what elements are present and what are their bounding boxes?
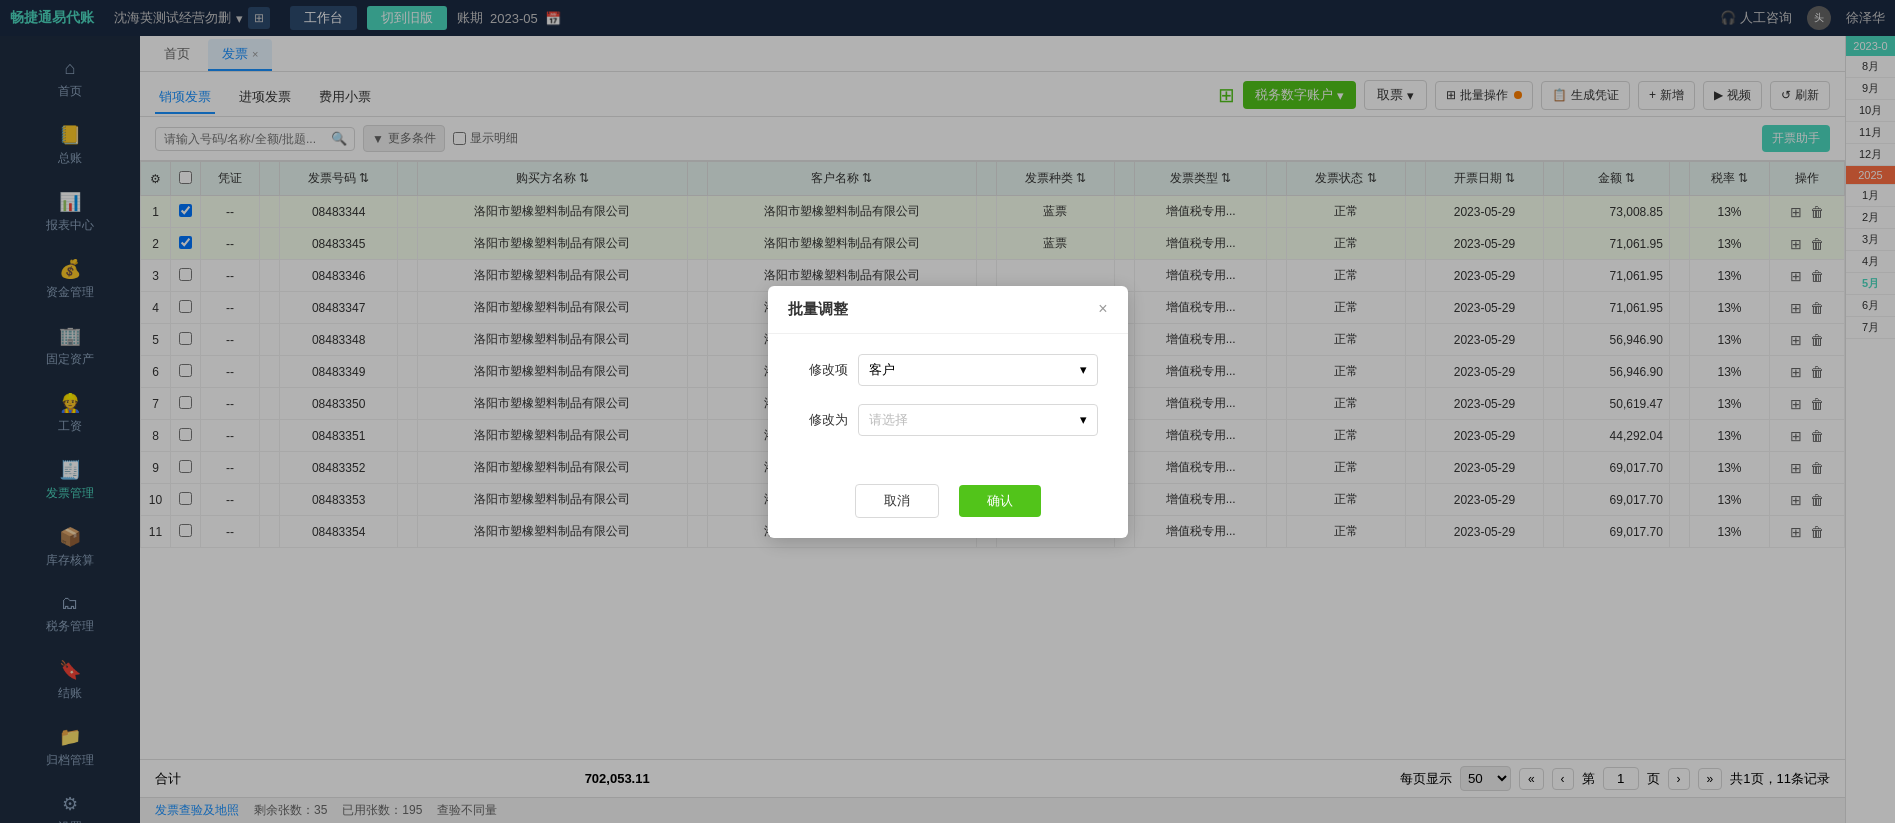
batch-adjust-modal: 批量调整 × 修改项 客户 ▾ 修改为 请选择 ▾ 取消 确认 (768, 286, 1128, 538)
modify-field-row: 修改项 客户 ▾ (798, 354, 1098, 386)
modal-body: 修改项 客户 ▾ 修改为 请选择 ▾ (768, 334, 1128, 474)
modal-footer: 取消 确认 (768, 474, 1128, 538)
modal-header: 批量调整 × (768, 286, 1128, 334)
modal-title: 批量调整 (788, 300, 848, 319)
modify-value-row: 修改为 请选择 ▾ (798, 404, 1098, 436)
modify-field-dropdown-icon: ▾ (1080, 362, 1087, 377)
modify-value-dropdown-icon: ▾ (1080, 412, 1087, 427)
modify-field-label: 修改项 (798, 361, 848, 379)
modal-close-btn[interactable]: × (1098, 300, 1107, 318)
modify-value-placeholder: 请选择 (869, 411, 908, 429)
modify-value-label: 修改为 (798, 411, 848, 429)
confirm-btn[interactable]: 确认 (959, 485, 1041, 517)
modify-field-select[interactable]: 客户 ▾ (858, 354, 1098, 386)
cancel-btn[interactable]: 取消 (855, 484, 939, 518)
modify-value-select[interactable]: 请选择 ▾ (858, 404, 1098, 436)
modal-overlay: 批量调整 × 修改项 客户 ▾ 修改为 请选择 ▾ 取消 确认 (0, 0, 1895, 823)
modify-field-value: 客户 (869, 361, 895, 379)
